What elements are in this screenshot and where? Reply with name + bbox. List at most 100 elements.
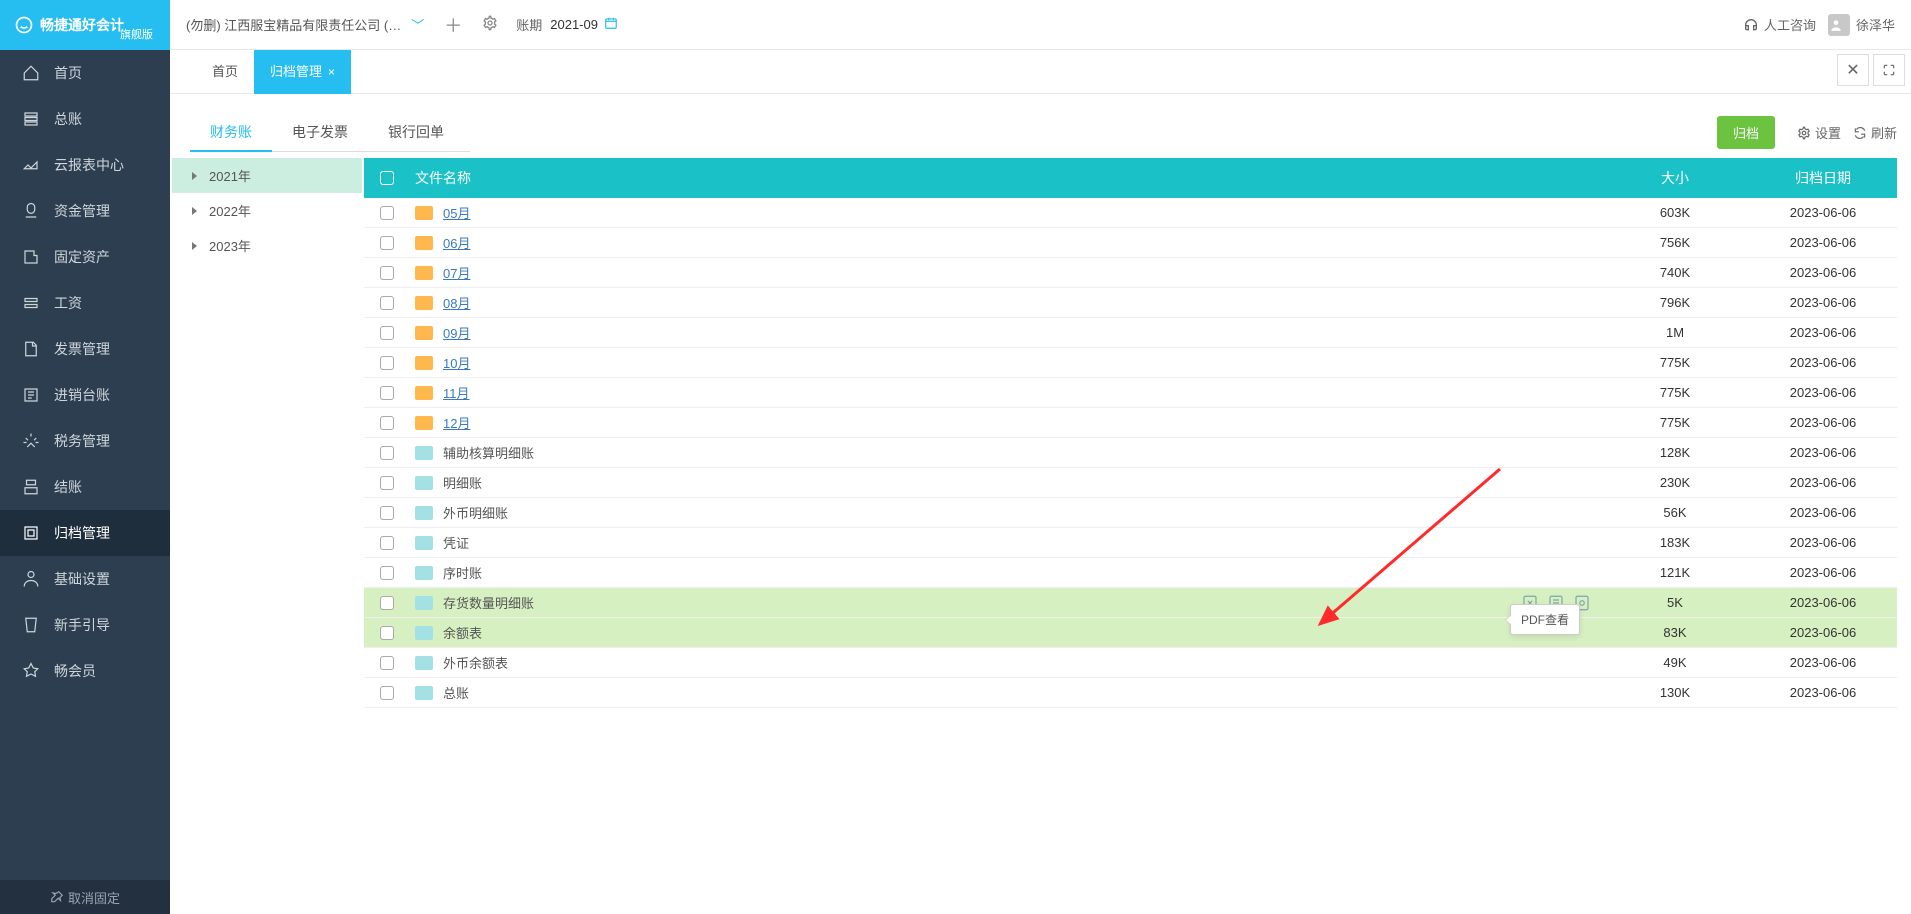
sidebar-item-13[interactable]: 畅会员: [0, 648, 170, 694]
page-tab-0[interactable]: 首页: [196, 50, 254, 94]
file-name: 明细账: [443, 473, 482, 492]
row-checkbox[interactable]: [380, 476, 394, 490]
sidebar-item-0[interactable]: 首页: [0, 50, 170, 96]
table-row[interactable]: 序时账 121K 2023-06-06: [364, 558, 1897, 588]
cell-name: 07月: [409, 263, 1601, 282]
toolbar: 归档 设置 刷新: [1717, 116, 1897, 149]
row-checkbox[interactable]: [380, 536, 394, 550]
gear-icon[interactable]: [482, 15, 498, 34]
row-checkbox[interactable]: [380, 596, 394, 610]
main: 财务账电子发票银行回单 归档 设置 刷新 2021年2022年2023年 文件名…: [170, 94, 1911, 914]
file-name[interactable]: 12月: [443, 413, 470, 432]
tree-year-2[interactable]: 2023年: [172, 228, 362, 263]
table-row[interactable]: 凭证 183K 2023-06-06: [364, 528, 1897, 558]
table-row[interactable]: 外币明细账 56K 2023-06-06: [364, 498, 1897, 528]
sub-tab-2[interactable]: 银行回单: [368, 112, 464, 151]
tree-year-0[interactable]: 2021年: [172, 158, 362, 193]
row-checkbox[interactable]: [380, 206, 394, 220]
cell-date: 2023-06-06: [1749, 625, 1897, 640]
cell-size: 56K: [1601, 505, 1749, 520]
sidebar-item-1[interactable]: 总账: [0, 96, 170, 142]
headset-icon: [1743, 17, 1759, 33]
tab-bar: 首页归档管理× ✕: [170, 50, 1911, 94]
sidebar-item-3[interactable]: 资金管理: [0, 188, 170, 234]
cell-size: 603K: [1601, 205, 1749, 220]
chevron-down-icon[interactable]: ﹀: [411, 15, 424, 34]
sidebar-item-7[interactable]: 进销台账: [0, 372, 170, 418]
page-tab-1[interactable]: 归档管理×: [254, 50, 351, 94]
file-name[interactable]: 06月: [443, 233, 470, 252]
row-checkbox[interactable]: [380, 686, 394, 700]
tree-year-1[interactable]: 2022年: [172, 193, 362, 228]
row-checkbox[interactable]: [380, 446, 394, 460]
sidebar-item-12[interactable]: 新手引导: [0, 602, 170, 648]
file-name[interactable]: 08月: [443, 293, 470, 312]
cell-size: 49K: [1601, 655, 1749, 670]
row-checkbox[interactable]: [380, 356, 394, 370]
file-name[interactable]: 11月: [443, 383, 470, 402]
select-all-checkbox[interactable]: [380, 171, 394, 185]
toolbar-settings-button[interactable]: 设置: [1797, 123, 1841, 142]
sidebar-item-4[interactable]: 固定资产: [0, 234, 170, 280]
sub-tab-1[interactable]: 电子发票: [272, 112, 368, 151]
row-checkbox[interactable]: [380, 296, 394, 310]
sidebar-item-8[interactable]: 税务管理: [0, 418, 170, 464]
refresh-button[interactable]: 刷新: [1853, 123, 1897, 142]
file-name[interactable]: 10月: [443, 353, 470, 372]
table-row[interactable]: 总账 130K 2023-06-06: [364, 678, 1897, 708]
avatar[interactable]: [1828, 14, 1850, 36]
sidebar-item-5[interactable]: 工资: [0, 280, 170, 326]
row-checkbox[interactable]: [380, 416, 394, 430]
table-row[interactable]: 08月 796K 2023-06-06: [364, 288, 1897, 318]
col-header-date[interactable]: 归档日期: [1749, 168, 1897, 188]
company-selector[interactable]: (勿删) 江西服宝精品有限责任公司 (…: [186, 15, 401, 34]
table-row[interactable]: 外币余额表 49K 2023-06-06: [364, 648, 1897, 678]
table-row[interactable]: 11月 775K 2023-06-06: [364, 378, 1897, 408]
fullscreen-button[interactable]: [1873, 54, 1905, 86]
table-row[interactable]: 明细账 230K 2023-06-06: [364, 468, 1897, 498]
row-checkbox[interactable]: [380, 626, 394, 640]
row-checkbox[interactable]: [380, 236, 394, 250]
table-row[interactable]: 05月 603K 2023-06-06: [364, 198, 1897, 228]
row-checkbox[interactable]: [380, 506, 394, 520]
file-name[interactable]: 07月: [443, 263, 470, 282]
consult-label: 人工咨询: [1764, 15, 1816, 34]
table-row[interactable]: 07月 740K 2023-06-06: [364, 258, 1897, 288]
file-grid: 文件名称 大小 归档日期 05月 603K 2023-06-06 06月 756…: [364, 158, 1897, 914]
table-row[interactable]: 12月 775K 2023-06-06: [364, 408, 1897, 438]
sidebar-item-2[interactable]: 云报表中心: [0, 142, 170, 188]
consult-button[interactable]: 人工咨询: [1743, 15, 1816, 34]
row-checkbox[interactable]: [380, 566, 394, 580]
col-header-name[interactable]: 文件名称: [409, 168, 1601, 188]
table-row[interactable]: 余额表 83K 2023-06-06: [364, 618, 1897, 648]
archive-button[interactable]: 归档: [1717, 116, 1775, 149]
cell-date: 2023-06-06: [1749, 595, 1897, 610]
file-name[interactable]: 05月: [443, 203, 470, 222]
unpin-button[interactable]: 取消固定: [0, 880, 170, 914]
sidebar-item-11[interactable]: 基础设置: [0, 556, 170, 602]
table-row[interactable]: 10月 775K 2023-06-06: [364, 348, 1897, 378]
nav-icon: [22, 432, 40, 450]
row-checkbox[interactable]: [380, 326, 394, 340]
user-name[interactable]: 徐泽华: [1856, 15, 1895, 34]
table-row[interactable]: 辅助核算明细账 128K 2023-06-06: [364, 438, 1897, 468]
file-name[interactable]: 09月: [443, 323, 470, 342]
table-row[interactable]: 09月 1M 2023-06-06: [364, 318, 1897, 348]
row-checkbox[interactable]: [380, 656, 394, 670]
row-checkbox[interactable]: [380, 266, 394, 280]
table-row[interactable]: 06月 756K 2023-06-06: [364, 228, 1897, 258]
add-icon[interactable]: ＋: [444, 12, 462, 38]
sidebar-item-9[interactable]: 结账: [0, 464, 170, 510]
close-panel-button[interactable]: ✕: [1837, 54, 1869, 86]
row-checkbox[interactable]: [380, 386, 394, 400]
col-header-size[interactable]: 大小: [1601, 168, 1749, 188]
calendar-icon[interactable]: [604, 16, 618, 33]
period-label: 账期: [516, 15, 542, 34]
sidebar-item-10[interactable]: 归档管理: [0, 510, 170, 556]
close-icon[interactable]: ×: [328, 65, 335, 79]
period-value[interactable]: 2021-09: [550, 17, 598, 32]
nav-icon: [22, 662, 40, 680]
sidebar-item-6[interactable]: 发票管理: [0, 326, 170, 372]
table-row[interactable]: 存货数量明细账 5K 2023-06-06: [364, 588, 1897, 618]
sub-tab-0[interactable]: 财务账: [190, 112, 272, 152]
